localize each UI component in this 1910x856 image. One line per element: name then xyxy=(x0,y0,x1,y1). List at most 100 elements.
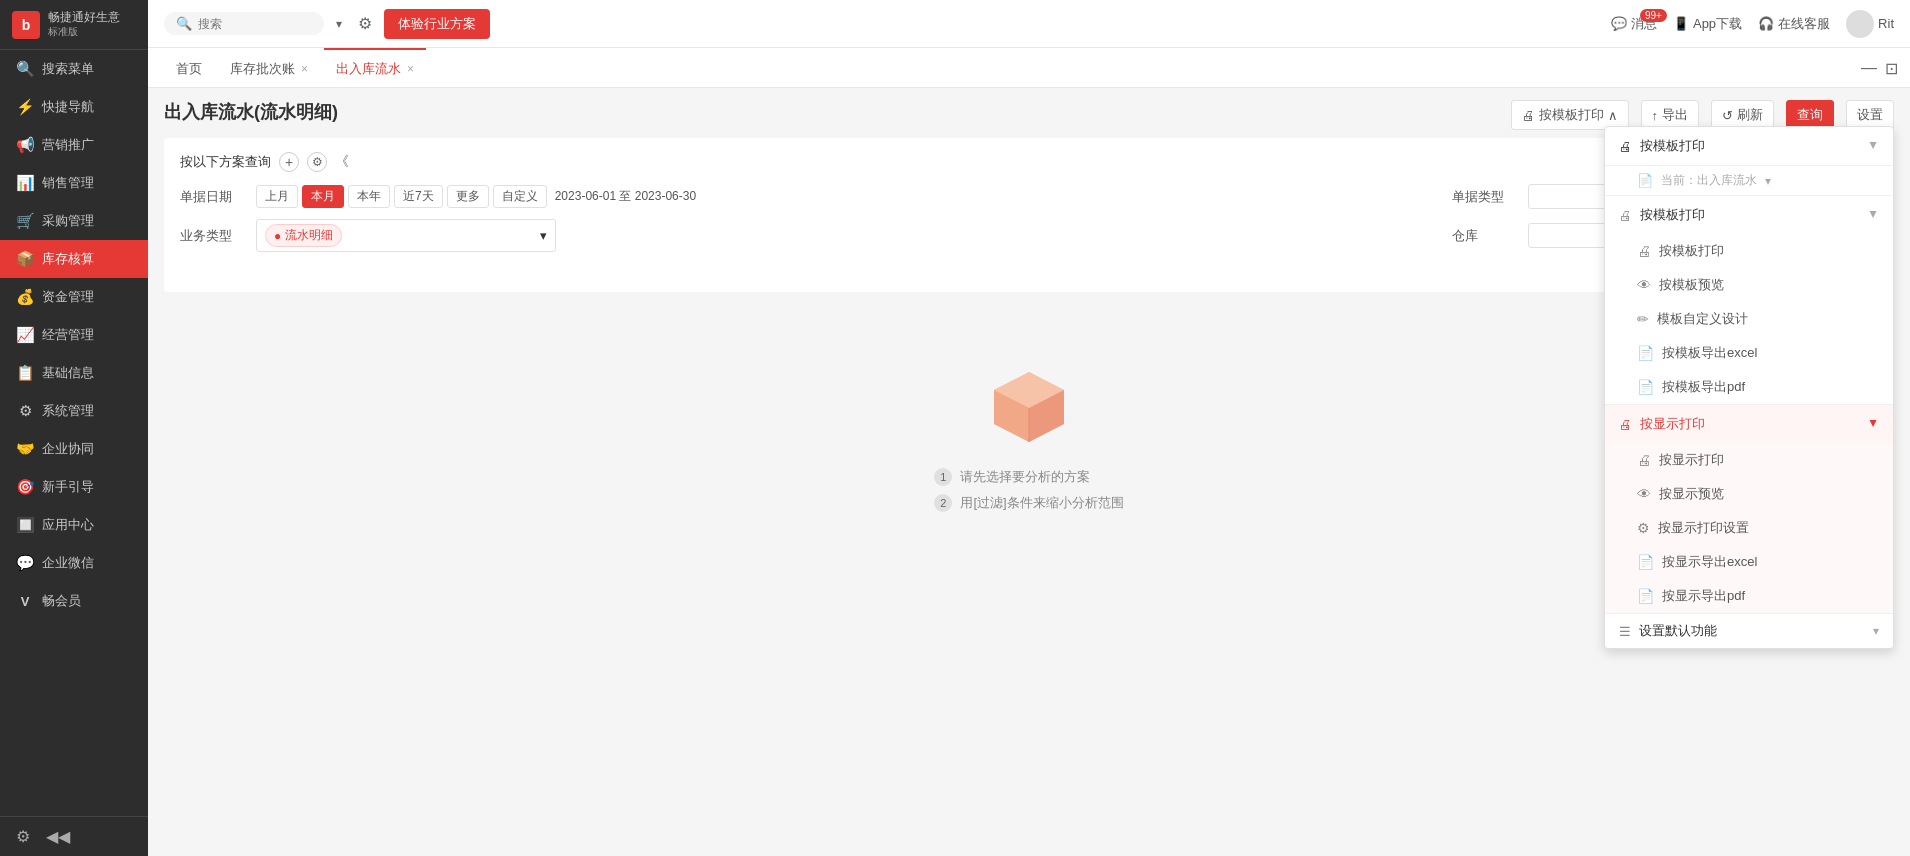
default-function-row[interactable]: ☰ 设置默认功能 ▾ xyxy=(1605,614,1893,648)
online-service-label: 在线客服 xyxy=(1778,15,1830,33)
biz-type-select[interactable]: ● 流水明细 ▾ xyxy=(256,219,556,252)
sidebar-item-label: 畅会员 xyxy=(42,592,81,610)
template-section-arrow: ▲ xyxy=(1867,208,1879,222)
sidebar-item-label: 基础信息 xyxy=(42,364,94,382)
message-btn[interactable]: 💬 消息 99+ xyxy=(1611,15,1657,33)
date-btn-7days[interactable]: 近7天 xyxy=(394,185,443,208)
finance-icon: 💰 xyxy=(16,288,34,306)
step-1-label: 请先选择要分析的方案 xyxy=(960,468,1090,486)
date-btn-custom[interactable]: 自定义 xyxy=(493,185,547,208)
template-section-icon: 🖨 xyxy=(1619,208,1632,223)
topbar-search-input[interactable] xyxy=(198,17,298,31)
dropdown-collapse-arrow[interactable]: ▲ xyxy=(1867,139,1879,153)
topbar-search-box[interactable]: 🔍 xyxy=(164,12,324,35)
sidebar-item-finance[interactable]: 💰 资金管理 xyxy=(0,278,148,316)
date-btn-last-month[interactable]: 上月 xyxy=(256,185,298,208)
sidebar-item-search[interactable]: 🔍 搜索菜单 xyxy=(0,50,148,88)
trial-btn[interactable]: 体验行业方案 xyxy=(384,9,490,39)
filter-add-btn[interactable]: + xyxy=(279,152,299,172)
filter-settings-btn[interactable]: ⚙ xyxy=(307,152,327,172)
tab-home-label: 首页 xyxy=(176,60,202,78)
sidebar-bottom: ⚙ ◀◀ xyxy=(0,816,148,856)
current-expand-arrow[interactable]: ▾ xyxy=(1765,174,1771,188)
display-section-arrow: ▲ xyxy=(1867,417,1879,431)
tag-icon: ● xyxy=(274,229,281,243)
username-label: Rit xyxy=(1878,16,1894,31)
print-arrow: ∧ xyxy=(1608,108,1618,123)
settings-label: 设置 xyxy=(1857,106,1883,124)
user-avatar-area[interactable]: Rit xyxy=(1846,10,1894,38)
marketing-icon: 📢 xyxy=(16,136,34,154)
sidebar-item-label: 应用中心 xyxy=(42,516,94,534)
flow-detail-tag: ● 流水明细 xyxy=(265,224,342,247)
operation-icon: 📈 xyxy=(16,326,34,344)
tab-batch[interactable]: 库存批次账 × xyxy=(218,48,320,87)
display-preview-item[interactable]: 👁 按显示预览 xyxy=(1605,477,1893,511)
tab-flow-label: 出入库流水 xyxy=(336,60,401,78)
display-export-excel-item[interactable]: 📄 按显示导出excel xyxy=(1605,545,1893,579)
sidebar-item-quicknav[interactable]: ⚡ 快捷导航 xyxy=(0,88,148,126)
sidebar-item-sales[interactable]: 📊 销售管理 xyxy=(0,164,148,202)
display-print-item[interactable]: 🖨 按显示打印 xyxy=(1605,443,1893,477)
dropdown-current: 📄 当前：出入库流水 ▾ xyxy=(1605,166,1893,196)
display-print-settings-item[interactable]: ⚙ 按显示打印设置 xyxy=(1605,511,1893,545)
maximize-icon[interactable]: ⊡ xyxy=(1885,58,1898,77)
display-export-pdf-item[interactable]: 📄 按显示导出pdf xyxy=(1605,579,1893,613)
date-btn-this-year[interactable]: 本年 xyxy=(348,185,390,208)
collapse-icon[interactable]: ◀◀ xyxy=(46,827,70,846)
topbar-gear-icon[interactable]: ⚙ xyxy=(358,14,372,33)
sidebar-item-guide[interactable]: 🎯 新手引导 xyxy=(0,468,148,506)
sidebar-item-wechat[interactable]: 💬 企业微信 xyxy=(0,544,148,582)
tab-batch-close[interactable]: × xyxy=(301,62,308,76)
warehouse-label: 仓库 xyxy=(1452,227,1512,245)
sidebar-item-label: 新手引导 xyxy=(42,478,94,496)
display-print-header[interactable]: 🖨 按显示打印 ▲ xyxy=(1605,405,1893,443)
app-download-label: App下载 xyxy=(1693,15,1742,33)
sidebar-item-vip[interactable]: V 畅会员 xyxy=(0,582,148,620)
template-custom-item[interactable]: ✏ 模板自定义设计 xyxy=(1605,302,1893,336)
export-icon: ↑ xyxy=(1652,108,1659,123)
template-preview-item[interactable]: 👁 按模板预览 xyxy=(1605,268,1893,302)
tab-home[interactable]: 首页 xyxy=(164,48,214,87)
vip-icon: V xyxy=(16,594,34,609)
print-header-icon: 🖨 xyxy=(1619,139,1632,154)
date-btn-more[interactable]: 更多 xyxy=(447,185,489,208)
sidebar-item-system[interactable]: ⚙ 系统管理 xyxy=(0,392,148,430)
sidebar: b 畅捷通好生意 标准版 🔍 搜索菜单 ⚡ 快捷导航 📢 营销推广 📊 xyxy=(0,0,148,856)
sidebar-item-label: 企业微信 xyxy=(42,554,94,572)
tab-flow[interactable]: 出入库流水 × xyxy=(324,48,426,87)
tab-flow-close[interactable]: × xyxy=(407,62,414,76)
headset-icon: 🎧 xyxy=(1758,16,1774,31)
settings-bottom-icon[interactable]: ⚙ xyxy=(16,827,30,846)
template-export-excel-item[interactable]: 📄 按模板导出excel xyxy=(1605,336,1893,370)
sidebar-item-enterprise[interactable]: 🤝 企业协同 xyxy=(0,430,148,468)
sidebar-item-marketing[interactable]: 📢 营销推广 xyxy=(0,126,148,164)
template-export-pdf-item[interactable]: 📄 按模板导出pdf xyxy=(1605,370,1893,404)
guide-icon: 🎯 xyxy=(16,478,34,496)
date-buttons: 上月 本月 本年 近7天 更多 自定义 2023-06-01 至 2023-06… xyxy=(256,185,696,208)
template-print-header[interactable]: 🖨 按模板打印 ▲ xyxy=(1605,196,1893,234)
template-print-title: 🖨 按模板打印 xyxy=(1619,206,1705,224)
filter-collapse-btn[interactable]: 《 xyxy=(335,153,349,171)
minimize-icon[interactable]: — xyxy=(1861,58,1877,77)
refresh-icon: ↺ xyxy=(1722,108,1733,123)
message-badge: 99+ xyxy=(1640,9,1667,22)
date-btn-this-month[interactable]: 本月 xyxy=(302,185,344,208)
template-pdf-icon: 📄 xyxy=(1637,379,1654,395)
dropdown-title: 🖨 按模板打印 xyxy=(1619,137,1705,155)
default-function-arrow: ▾ xyxy=(1873,624,1879,638)
basic-icon: 📋 xyxy=(16,364,34,382)
app-download-btn[interactable]: 📱 App下载 xyxy=(1673,15,1742,33)
purchase-icon: 🛒 xyxy=(16,212,34,230)
topbar-dropdown-arrow[interactable]: ▾ xyxy=(336,17,342,31)
sidebar-item-inventory[interactable]: 📦 库存核算 xyxy=(0,240,148,278)
dropdown-header: 🖨 按模板打印 ▲ xyxy=(1605,127,1893,166)
sidebar-item-operation[interactable]: 📈 经营管理 xyxy=(0,316,148,354)
enterprise-icon: 🤝 xyxy=(16,440,34,458)
display-section-icon: 🖨 xyxy=(1619,417,1632,432)
template-print-item[interactable]: 🖨 按模板打印 xyxy=(1605,234,1893,268)
sidebar-item-basic[interactable]: 📋 基础信息 xyxy=(0,354,148,392)
sidebar-item-appstore[interactable]: 🔲 应用中心 xyxy=(0,506,148,544)
online-service-btn[interactable]: 🎧 在线客服 xyxy=(1758,15,1830,33)
sidebar-item-purchase[interactable]: 🛒 采购管理 xyxy=(0,202,148,240)
